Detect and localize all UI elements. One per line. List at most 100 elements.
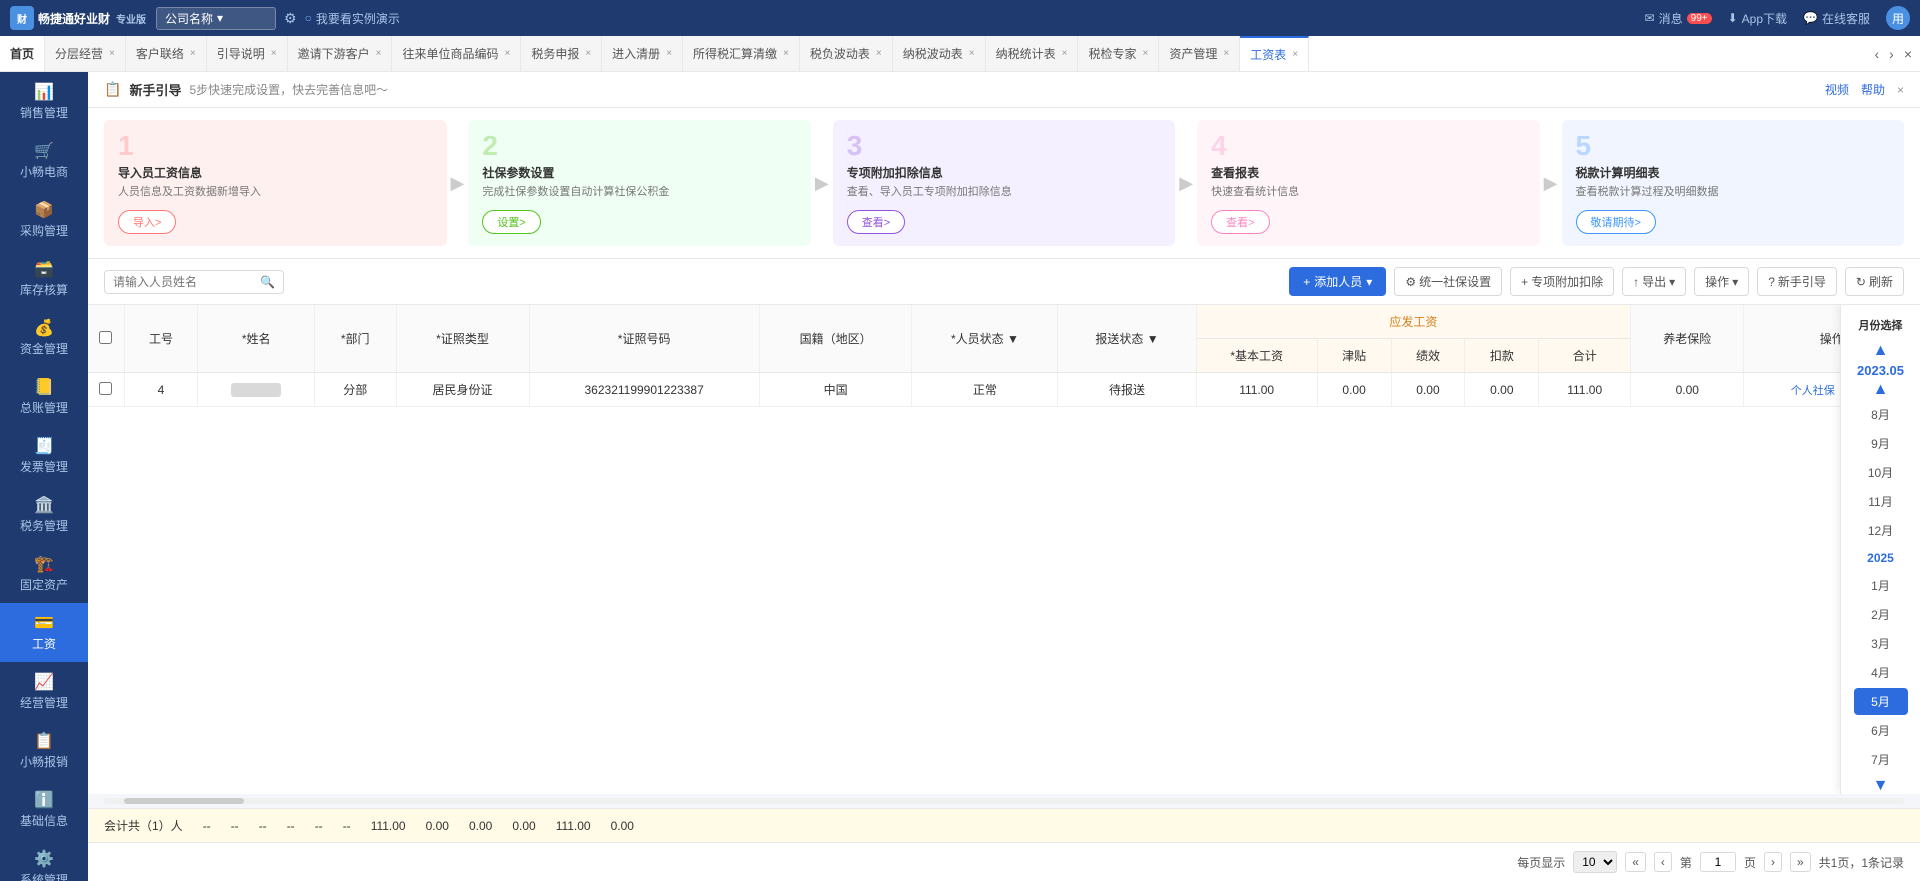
online-service-btn[interactable]: 💬 在线客服 xyxy=(1803,10,1870,27)
tab-close-icon[interactable]: × xyxy=(271,48,277,59)
sidebar-item-purchase[interactable]: 📦 采购管理 xyxy=(0,190,88,249)
guide-help-btn[interactable]: 帮助 xyxy=(1861,81,1885,98)
tab-tax-wave[interactable]: 纳税波动表 × xyxy=(893,36,986,71)
refresh-btn[interactable]: ↻ 刷新 xyxy=(1845,267,1904,296)
scrollbar-thumb[interactable] xyxy=(124,798,244,804)
tab-close-icon[interactable]: × xyxy=(585,48,591,59)
tab-guide[interactable]: 引导说明 × xyxy=(207,36,288,71)
step-1-btn[interactable]: 导入> xyxy=(118,210,176,234)
step-5-btn[interactable]: 敬请期待> xyxy=(1576,210,1656,234)
tab-close-icon[interactable]: × xyxy=(876,48,882,59)
settings-icon[interactable]: ⚙ xyxy=(284,10,297,27)
action-btn[interactable]: 操作 ▾ xyxy=(1694,267,1749,296)
search-input[interactable] xyxy=(113,275,256,289)
month-item-10[interactable]: 10月 xyxy=(1854,459,1908,486)
sidebar-item-inventory[interactable]: 🗃️ 库存核算 xyxy=(0,249,88,308)
tab-home[interactable]: 首页 xyxy=(0,36,45,71)
tab-payroll[interactable]: 工资表 × xyxy=(1240,36,1309,71)
step-2-btn[interactable]: 设置> xyxy=(482,210,540,234)
month-up-btn[interactable]: ▲ xyxy=(1867,380,1895,400)
special-deduction-btn[interactable]: + 专项附加扣除 xyxy=(1510,267,1614,296)
search-icon[interactable]: 🔍 xyxy=(260,275,275,289)
company-selector[interactable]: 公司名称 ▾ xyxy=(156,7,276,30)
search-wrap[interactable]: 🔍 xyxy=(104,270,284,294)
tab-close-icon[interactable]: × xyxy=(783,48,789,59)
message-btn[interactable]: ✉ 消息 99+ xyxy=(1645,10,1712,27)
sidebar-item-basic-info[interactable]: ℹ️ 基础信息 xyxy=(0,780,88,839)
add-person-btn[interactable]: + 添加人员 ▾ xyxy=(1289,267,1386,296)
tab-close-icon[interactable]: × xyxy=(1292,49,1298,60)
next-page-btn[interactable]: › xyxy=(1764,852,1782,872)
sidebar-item-payroll[interactable]: 💳 工资 xyxy=(0,603,88,662)
month-item-3[interactable]: 3月 xyxy=(1854,630,1908,657)
month-item-1[interactable]: 1月 xyxy=(1854,572,1908,599)
month-year-prev-btn[interactable]: ▲ xyxy=(1867,341,1895,361)
filter-icon-2[interactable]: ▼ xyxy=(1147,332,1159,346)
last-page-btn[interactable]: » xyxy=(1790,852,1811,872)
month-item-6[interactable]: 6月 xyxy=(1854,717,1908,744)
sidebar-item-operations[interactable]: 📈 经营管理 xyxy=(0,662,88,721)
sidebar-item-tax[interactable]: 🏛️ 税务管理 xyxy=(0,485,88,544)
tab-customer[interactable]: 客户联络 × xyxy=(126,36,207,71)
checkbox-all[interactable] xyxy=(99,331,112,344)
social-insurance-settings-btn[interactable]: ⚙ 统一社保设置 xyxy=(1394,267,1502,296)
tab-close-icon[interactable]: × xyxy=(666,48,672,59)
month-down-btn[interactable]: ▼ xyxy=(1867,776,1895,794)
month-item-5[interactable]: 5月 xyxy=(1854,688,1908,715)
tab-close-icon[interactable]: × xyxy=(1062,48,1068,59)
month-year-2025[interactable]: 2025 xyxy=(1854,546,1908,570)
newbie-guide-btn[interactable]: ? 新手引导 xyxy=(1757,267,1837,296)
month-item-9[interactable]: 9月 xyxy=(1854,430,1908,457)
horizontal-scrollbar[interactable] xyxy=(104,798,1904,804)
sidebar-item-ecommerce[interactable]: 🛒 小畅电商 xyxy=(0,131,88,190)
tab-prev-btn[interactable]: ‹ xyxy=(1870,44,1883,64)
tab-assets[interactable]: 资产管理 × xyxy=(1159,36,1240,71)
tab-tax-burden[interactable]: 税负波动表 × xyxy=(800,36,893,71)
sidebar-item-ledger[interactable]: 📒 总账管理 xyxy=(0,367,88,426)
month-picker-year[interactable]: 2023.05 xyxy=(1857,361,1904,380)
month-item-4[interactable]: 4月 xyxy=(1854,659,1908,686)
month-item-8[interactable]: 8月 xyxy=(1854,401,1908,428)
tab-tax-stats[interactable]: 纳税统计表 × xyxy=(986,36,1079,71)
action-personal-insurance[interactable]: 个人社保 xyxy=(1791,385,1835,397)
month-item-11[interactable]: 11月 xyxy=(1854,488,1908,515)
tab-close-all-btn[interactable]: × xyxy=(1900,44,1916,64)
month-item-12[interactable]: 12月 xyxy=(1854,517,1908,544)
step-4-btn[interactable]: 查看> xyxy=(1211,210,1269,234)
tab-close-icon[interactable]: × xyxy=(376,48,382,59)
row-checkbox[interactable] xyxy=(99,382,112,395)
sidebar-item-system[interactable]: ⚙️ 系统管理 xyxy=(0,839,88,881)
tab-roster[interactable]: 进入清册 × xyxy=(602,36,683,71)
tab-close-icon[interactable]: × xyxy=(1223,48,1229,59)
first-page-btn[interactable]: « xyxy=(1625,852,1646,872)
avatar[interactable]: 用 xyxy=(1886,6,1910,30)
sidebar-item-finance[interactable]: 💰 资金管理 xyxy=(0,308,88,367)
app-download-btn[interactable]: ⬇ App下载 xyxy=(1728,10,1787,27)
tab-product-code[interactable]: 往来单位商品编码 × xyxy=(392,36,521,71)
checkbox-all-header[interactable] xyxy=(88,305,124,373)
tab-close-icon[interactable]: × xyxy=(190,48,196,59)
tab-layered-ops[interactable]: 分层经营 × xyxy=(45,36,126,71)
tab-close-icon[interactable]: × xyxy=(504,48,510,59)
guide-video-btn[interactable]: 视频 xyxy=(1825,81,1849,98)
tab-tax-report[interactable]: 税务申报 × xyxy=(521,36,602,71)
tab-close-icon[interactable]: × xyxy=(109,48,115,59)
tab-close-icon[interactable]: × xyxy=(969,48,975,59)
row-checkbox-cell[interactable] xyxy=(88,373,124,407)
month-item-2[interactable]: 2月 xyxy=(1854,601,1908,628)
per-page-select[interactable]: 10 20 50 xyxy=(1573,851,1617,873)
step-3-btn[interactable]: 查看> xyxy=(847,210,905,234)
sidebar-item-invoice[interactable]: 🧾 发票管理 xyxy=(0,426,88,485)
sidebar-item-sales[interactable]: 📊 销售管理 xyxy=(0,72,88,131)
demo-btn[interactable]: ○ 我要看实例演示 xyxy=(305,10,400,27)
tab-next-btn[interactable]: › xyxy=(1885,44,1898,64)
sidebar-item-expense[interactable]: 📋 小畅报销 xyxy=(0,721,88,780)
tab-close-icon[interactable]: × xyxy=(1142,48,1148,59)
month-item-7[interactable]: 7月 xyxy=(1854,746,1908,773)
prev-page-btn[interactable]: ‹ xyxy=(1654,852,1672,872)
export-btn[interactable]: ↑ 导出 ▾ xyxy=(1622,267,1686,296)
guide-close-btn[interactable]: × xyxy=(1897,83,1904,97)
page-number-input[interactable] xyxy=(1700,852,1736,872)
tab-income-tax[interactable]: 所得税汇算清缴 × xyxy=(683,36,800,71)
tab-tax-expert[interactable]: 税检专家 × xyxy=(1078,36,1159,71)
